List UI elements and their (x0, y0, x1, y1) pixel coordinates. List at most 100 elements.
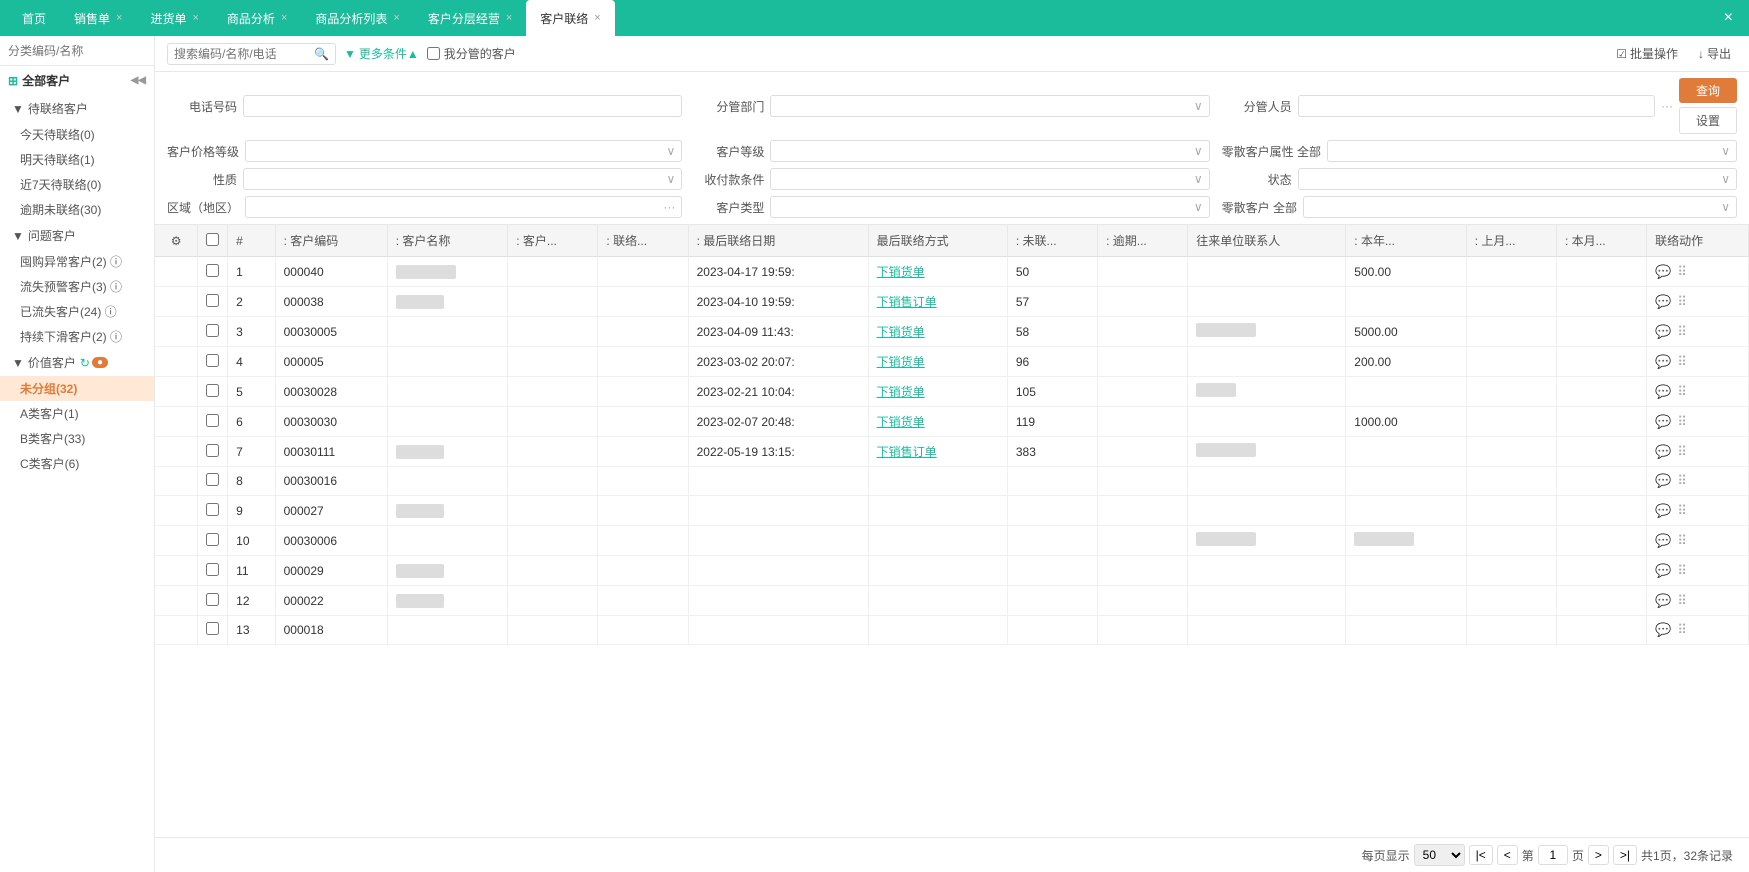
no-contact-col-header[interactable]: : 未联... (1007, 225, 1097, 257)
sidebar-item-a-class[interactable]: A类客户(1) (0, 401, 154, 426)
sidebar-item-tomorrow-pending[interactable]: 明天待联络(1) (0, 147, 154, 172)
page-size-select[interactable]: 50 20 100 (1414, 844, 1465, 866)
menu-icon[interactable]: ⠿ (1677, 622, 1687, 638)
tab-close-sales-order[interactable]: × (116, 12, 122, 24)
message-icon[interactable]: 💬 (1655, 324, 1671, 340)
menu-icon[interactable]: ⠿ (1677, 533, 1687, 549)
tab-product-analysis-list[interactable]: 商品分析列表 × (301, 0, 413, 36)
message-icon[interactable]: 💬 (1655, 622, 1671, 638)
overdue-col-header[interactable]: : 逾期... (1098, 225, 1188, 257)
row-checkbox[interactable] (206, 503, 219, 516)
sidebar-group-value[interactable]: ▼ 价值客户 ↻ ● (0, 349, 154, 376)
sidebar-item-today-pending[interactable]: 今天待联络(0) (0, 122, 154, 147)
type-col-header[interactable]: : 客户... (508, 225, 598, 257)
price-level-select[interactable]: ∨ (245, 140, 682, 162)
sidebar-item-churned[interactable]: 已流失客户(24) ⓘ (0, 299, 154, 324)
row-checkbox[interactable] (206, 593, 219, 606)
sidebar-item-abnormal[interactable]: 囤购异常客户(2) ⓘ (0, 249, 154, 274)
export-button[interactable]: ↓ 导出 (1692, 42, 1737, 65)
customer-level-select[interactable]: ∨ (770, 140, 1209, 162)
tab-home[interactable]: 首页 (8, 0, 60, 36)
checkbox-col-header[interactable] (198, 225, 228, 257)
code-col-header[interactable]: : 客户编码 (275, 225, 387, 257)
refresh-icon[interactable]: ↻ (80, 356, 90, 370)
more-conditions-button[interactable]: ▼ 更多条件 ▲ (344, 45, 419, 62)
tab-close-customer-segment[interactable]: × (506, 12, 512, 24)
sidebar-item-declining[interactable]: 持续下滑客户(2) ⓘ (0, 324, 154, 349)
tab-product-analysis[interactable]: 商品分析 × (213, 0, 301, 36)
tab-close-customer-contact[interactable]: × (594, 12, 600, 24)
contact-method-link[interactable]: 下销货单 (877, 415, 925, 429)
row-checkbox[interactable] (206, 473, 219, 486)
message-icon[interactable]: 💬 (1655, 473, 1671, 489)
menu-icon[interactable]: ⠿ (1677, 384, 1687, 400)
tab-close-product-list[interactable]: × (393, 12, 399, 24)
region-more-icon[interactable]: ··· (663, 200, 675, 214)
manager-input[interactable] (1298, 95, 1655, 117)
scatter-attr-select[interactable]: ∨ (1327, 140, 1737, 162)
search-icon[interactable]: 🔍 (314, 47, 329, 61)
page-number-input[interactable] (1538, 845, 1568, 865)
row-checkbox[interactable] (206, 622, 219, 635)
row-checkbox[interactable] (206, 384, 219, 397)
payment-select[interactable]: ∨ (770, 168, 1209, 190)
message-icon[interactable]: 💬 (1655, 593, 1671, 609)
contact-method-link[interactable]: 下销货单 (877, 355, 925, 369)
customer-type-select[interactable]: ∨ (770, 196, 1209, 218)
settings-col-header[interactable]: ⚙ (155, 225, 198, 257)
menu-icon[interactable]: ⠿ (1677, 264, 1687, 280)
department-select[interactable]: ∨ (770, 95, 1209, 117)
contact-col-header[interactable]: : 联络... (598, 225, 688, 257)
message-icon[interactable]: 💬 (1655, 384, 1671, 400)
nature-select[interactable]: ∨ (243, 168, 682, 190)
sidebar-search-input[interactable] (8, 44, 155, 58)
collapse-sidebar-icon[interactable]: ◀◀ (131, 75, 146, 86)
my-customers-check[interactable] (427, 47, 440, 60)
row-checkbox[interactable] (206, 414, 219, 427)
prev-page-button[interactable]: < (1497, 845, 1518, 865)
contact-method-link[interactable]: 下销售订单 (877, 445, 937, 459)
tab-close-product-analysis[interactable]: × (281, 12, 287, 24)
menu-icon[interactable]: ⠿ (1677, 593, 1687, 609)
sidebar-item-overdue-pending[interactable]: 逾期未联络(30) (0, 197, 154, 222)
tab-purchase-order[interactable]: 进货单 × (136, 0, 212, 36)
sidebar-group-problem[interactable]: ▼ 问题客户 (0, 222, 154, 249)
last-page-button[interactable]: >| (1613, 845, 1637, 865)
select-all-checkbox[interactable] (206, 233, 219, 246)
contact-method-link[interactable]: 下销货单 (877, 385, 925, 399)
message-icon[interactable]: 💬 (1655, 264, 1671, 280)
message-icon[interactable]: 💬 (1655, 444, 1671, 460)
region-select[interactable]: ··· (245, 196, 682, 218)
tab-sales-order[interactable]: 销售单 × (60, 0, 136, 36)
message-icon[interactable]: 💬 (1655, 294, 1671, 310)
all-customers-header[interactable]: ⊞ 全部客户 ◀◀ (0, 66, 154, 95)
menu-icon[interactable]: ⠿ (1677, 324, 1687, 340)
my-customers-checkbox[interactable]: 我分管的客户 (427, 45, 516, 62)
tab-customer-segment[interactable]: 客户分层经营 × (414, 0, 526, 36)
query-button[interactable]: 查询 (1679, 78, 1737, 103)
year-amount-col-header[interactable]: : 本年... (1346, 225, 1466, 257)
name-col-header[interactable]: : 客户名称 (387, 225, 507, 257)
tab-close-purchase-order[interactable]: × (192, 12, 198, 24)
row-checkbox[interactable] (206, 444, 219, 457)
phone-input[interactable] (243, 95, 682, 117)
menu-icon[interactable]: ⠿ (1677, 503, 1687, 519)
sidebar-item-7days-pending[interactable]: 近7天待联络(0) (0, 172, 154, 197)
message-icon[interactable]: 💬 (1655, 563, 1671, 579)
contact-method-link[interactable]: 下销货单 (877, 325, 925, 339)
contact-method-link[interactable]: 下销售订单 (877, 295, 937, 309)
first-page-button[interactable]: |< (1469, 845, 1493, 865)
sidebar-item-ungroup[interactable]: 未分组(32) (0, 376, 154, 401)
last-method-col-header[interactable]: 最后联络方式 (868, 225, 1007, 257)
sidebar-item-b-class[interactable]: B类客户(33) (0, 426, 154, 451)
row-checkbox[interactable] (206, 324, 219, 337)
scatter-select[interactable]: ∨ (1303, 196, 1737, 218)
menu-icon[interactable]: ⠿ (1677, 473, 1687, 489)
sidebar-item-c-class[interactable]: C类客户(6) (0, 451, 154, 476)
contact-method-link[interactable]: 下销货单 (877, 265, 925, 279)
next-page-button[interactable]: > (1588, 845, 1609, 865)
menu-icon[interactable]: ⠿ (1677, 563, 1687, 579)
tab-customer-contact[interactable]: 客户联络 × (526, 0, 614, 36)
row-checkbox[interactable] (206, 533, 219, 546)
row-checkbox[interactable] (206, 563, 219, 576)
